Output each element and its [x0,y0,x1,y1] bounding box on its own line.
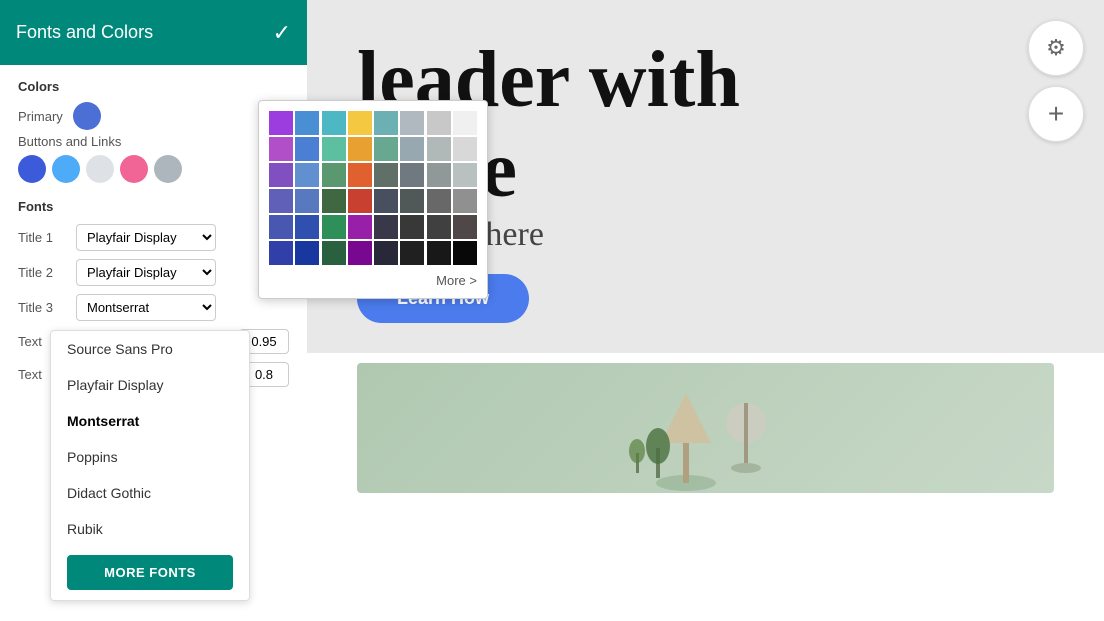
color-cell[interactable] [322,111,346,135]
colors-section-label: Colors [18,79,289,94]
color-cell[interactable] [322,241,346,265]
color-cell[interactable] [269,241,293,265]
sidebar-header: Fonts and Colors ✓ [0,0,307,65]
color-cell[interactable] [400,189,424,213]
floating-buttons: ⚙ + [1028,20,1084,142]
dropdown-item-playfair-display[interactable]: Playfair Display [51,367,249,403]
title1-row: Title 1 Playfair Display [18,224,289,251]
fonts-section-label: Fonts [18,199,289,214]
color-cell[interactable] [348,163,372,187]
color-cell[interactable] [348,189,372,213]
dropdown-item-rubik[interactable]: Rubik [51,511,249,547]
color-cell[interactable] [453,137,477,161]
preview-illustration [606,363,806,493]
buttons-links-label: Buttons and Links [18,134,289,149]
color-cell[interactable] [348,137,372,161]
color-cell[interactable] [295,137,319,161]
more-fonts-button[interactable]: MORE FONTS [67,555,233,590]
settings-button[interactable]: ⚙ [1028,20,1084,76]
color-cell[interactable] [374,163,398,187]
confirm-button[interactable]: ✓ [273,20,291,46]
dropdown-item-source-sans-pro[interactable]: Source Sans Pro [51,331,249,367]
title1-font-select[interactable]: Playfair Display [76,224,216,251]
primary-color-row: Primary [18,102,289,130]
color-cell[interactable] [400,111,424,135]
title3-label: Title 3 [18,300,68,315]
color-grid [269,111,477,265]
font-dropdown: Source Sans Pro Playfair Display Montser… [50,330,250,601]
image-preview [357,363,1054,493]
color-cell[interactable] [322,215,346,239]
color-cell[interactable] [295,241,319,265]
color-cell[interactable] [269,111,293,135]
color-cell[interactable] [453,241,477,265]
title3-font-select[interactable]: Montserrat [76,294,216,321]
color-cell[interactable] [427,241,451,265]
dropdown-item-poppins[interactable]: Poppins [51,439,249,475]
swatch-gray-medium[interactable] [154,155,182,183]
color-cell[interactable] [453,163,477,187]
color-cell[interactable] [295,215,319,239]
panel-title: Fonts and Colors [16,22,153,43]
color-cell[interactable] [322,189,346,213]
color-cell[interactable] [374,137,398,161]
title2-row: Title 2 Playfair Display [18,259,289,286]
color-cell[interactable] [400,163,424,187]
primary-label: Primary [18,109,63,124]
color-cell[interactable] [400,215,424,239]
color-cell[interactable] [453,215,477,239]
swatch-blue-dark[interactable] [18,155,46,183]
primary-color-swatch[interactable] [73,102,101,130]
color-cell[interactable] [322,137,346,161]
title2-font-select[interactable]: Playfair Display [76,259,216,286]
color-cell[interactable] [348,215,372,239]
color-cell[interactable] [400,137,424,161]
color-cell[interactable] [374,189,398,213]
main-content: leader with nage r subtitle here Learn H… [307,0,1104,621]
title1-label: Title 1 [18,230,68,245]
color-cell[interactable] [348,111,372,135]
gear-icon: ⚙ [1046,35,1066,61]
color-cell[interactable] [374,241,398,265]
color-picker-popup: More > [258,100,488,299]
color-cell[interactable] [322,163,346,187]
color-cell[interactable] [295,189,319,213]
color-swatches-row [18,155,289,183]
color-cell[interactable] [374,111,398,135]
swatch-pink[interactable] [120,155,148,183]
color-cell[interactable] [427,137,451,161]
color-cell[interactable] [295,111,319,135]
more-colors-link[interactable]: More > [269,273,477,288]
color-cell[interactable] [427,189,451,213]
color-cell[interactable] [269,137,293,161]
color-cell[interactable] [427,111,451,135]
title3-row: Title 3 Montserrat [18,294,289,321]
plus-icon: + [1048,98,1064,130]
add-button[interactable]: + [1028,86,1084,142]
swatch-blue-light[interactable] [52,155,80,183]
color-cell[interactable] [269,215,293,239]
color-cell[interactable] [453,189,477,213]
color-cell[interactable] [348,241,372,265]
color-cell[interactable] [427,215,451,239]
color-cell[interactable] [269,163,293,187]
color-cell[interactable] [269,189,293,213]
color-cell[interactable] [295,163,319,187]
color-cell[interactable] [427,163,451,187]
color-cell[interactable] [453,111,477,135]
dropdown-item-montserrat[interactable]: Montserrat [51,403,249,439]
color-cell[interactable] [374,215,398,239]
swatch-gray-light[interactable] [86,155,114,183]
dropdown-item-didact-gothic[interactable]: Didact Gothic [51,475,249,511]
title2-label: Title 2 [18,265,68,280]
color-cell[interactable] [400,241,424,265]
